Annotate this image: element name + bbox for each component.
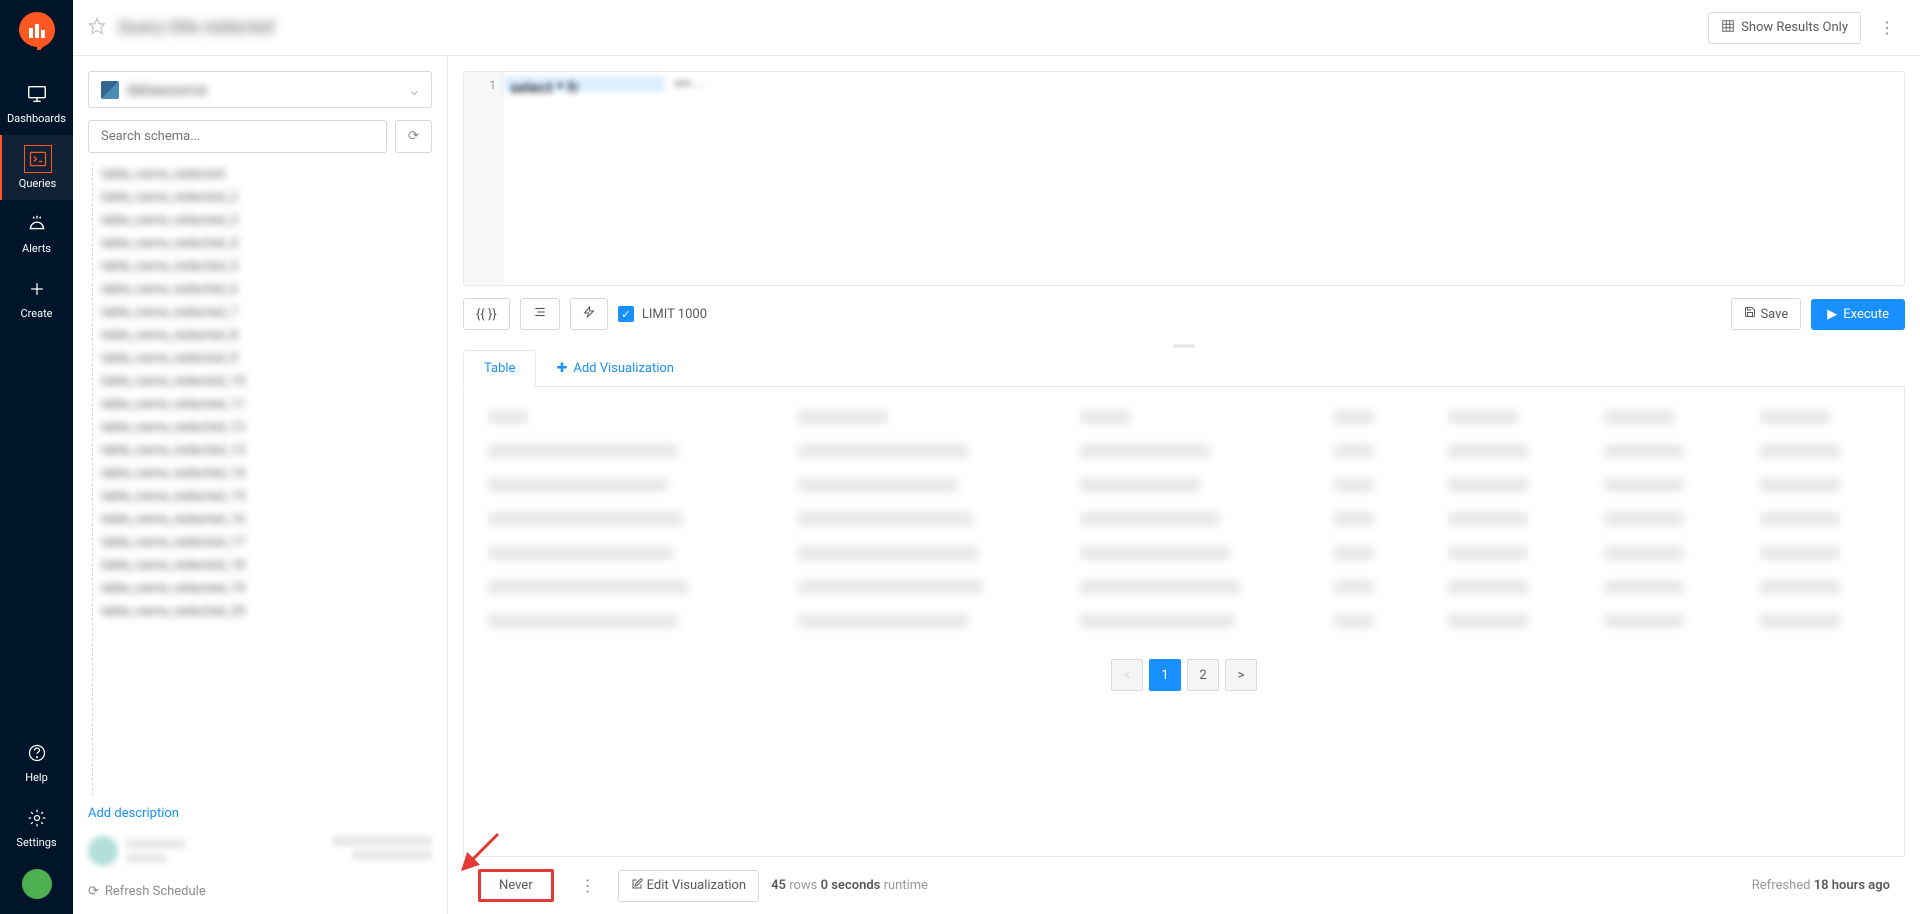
more-menu-icon[interactable]: ⋮ [1869,12,1905,43]
save-icon [1744,306,1756,322]
topbar: Query title redacted Show Results Only ⋮ [73,0,1920,56]
schedule-never-button[interactable]: Never [478,869,554,902]
monitor-icon [23,80,51,108]
execute-button[interactable]: ▶ Execute [1811,299,1905,330]
star-icon[interactable] [88,17,106,39]
plus-icon [23,275,51,303]
page-title[interactable]: Query title redacted [118,17,274,38]
gear-icon [23,804,51,832]
tab-table[interactable]: Table [463,350,536,387]
table-header-row [478,401,1890,433]
format-icon [533,305,547,323]
editor-gutter: 1 [464,72,504,285]
nav-help[interactable]: Help [0,729,73,794]
table-row[interactable] [478,435,1890,467]
edit-icon [631,878,643,894]
terminal-icon [24,145,52,173]
show-results-only-button[interactable]: Show Results Only [1708,12,1861,44]
nav-dashboards[interactable]: Dashboards [0,70,73,135]
schedule-more-icon[interactable]: ⋮ [570,870,606,901]
sql-selection: select * fr [504,76,664,92]
owner-avatar-icon [88,836,118,866]
refresh-schedule-label: ⟳ Refresh Schedule [88,884,432,899]
add-description-link[interactable]: Add description [88,806,432,821]
table-row[interactable] [478,571,1890,603]
query-owner [88,836,186,866]
refresh-icon: ⟳ [408,129,419,144]
nav-queries[interactable]: Queries [0,135,73,200]
nav-label: Settings [16,836,56,849]
bolt-icon [583,305,595,323]
nav-label: Alerts [22,242,51,255]
nav-label: Help [25,771,48,784]
bell-icon [23,210,51,238]
limit-checkbox[interactable]: ✓ LIMIT 1000 [618,306,707,322]
row-count-label: 45 rows 0 seconds runtime [771,878,928,893]
checkbox-checked-icon: ✓ [618,306,634,322]
postgres-icon [101,81,119,99]
results-table[interactable]: < 1 2 > [463,387,1905,857]
page-1-button[interactable]: 1 [1149,659,1181,691]
app-logo[interactable] [17,10,57,50]
schema-panel: datasource ⌄ ⟳ table_name_redacted table… [73,56,448,914]
grid-icon [1721,19,1735,37]
play-icon: ▶ [1827,307,1837,322]
table-row[interactable] [478,469,1890,501]
autocomplete-button[interactable] [570,298,608,330]
page-2-button[interactable]: 2 [1187,659,1219,691]
nav-label: Dashboards [7,112,66,125]
visualization-tabs: Table ✚ Add Visualization [463,350,1905,387]
sql-editor[interactable]: 1 select * fr om ... [463,71,1905,286]
nav-label: Create [20,307,52,320]
params-button[interactable]: {{ }} [463,298,510,330]
page-next-button[interactable]: > [1225,659,1257,691]
app-sidebar: Dashboards Queries Alerts Create Help Se… [0,0,73,914]
table-row[interactable] [478,605,1890,637]
datasource-select[interactable]: datasource ⌄ [88,71,432,108]
refreshed-label: Refreshed 18 hours ago [1752,878,1890,893]
schema-search-input[interactable] [88,120,387,153]
pagination: < 1 2 > [476,659,1892,691]
save-button[interactable]: Save [1731,298,1801,330]
page-prev-button[interactable]: < [1111,659,1143,691]
nav-create[interactable]: Create [0,265,73,330]
format-button[interactable] [520,298,560,330]
tab-add-visualization[interactable]: ✚ Add Visualization [536,350,694,386]
table-row[interactable] [478,537,1890,569]
schema-list[interactable]: table_name_redacted table_name_redacted_… [92,163,432,796]
nav-settings[interactable]: Settings [0,794,73,859]
refresh-icon: ⟳ [88,884,99,899]
user-avatar[interactable] [22,869,52,899]
editor-toolbar: {{ }} ✓ LIMIT 1000 Save ▶ Execute [463,286,1905,342]
edit-visualization-button[interactable]: Edit Visualization [618,870,759,902]
plus-icon: ✚ [556,361,567,376]
table-row[interactable] [478,503,1890,535]
nav-alerts[interactable]: Alerts [0,200,73,265]
refresh-schema-button[interactable]: ⟳ [395,120,432,153]
chevron-down-icon: ⌄ [408,80,421,99]
resize-handle[interactable]: ═══ [463,342,1905,350]
nav-label: Queries [19,177,56,190]
help-icon [23,739,51,767]
